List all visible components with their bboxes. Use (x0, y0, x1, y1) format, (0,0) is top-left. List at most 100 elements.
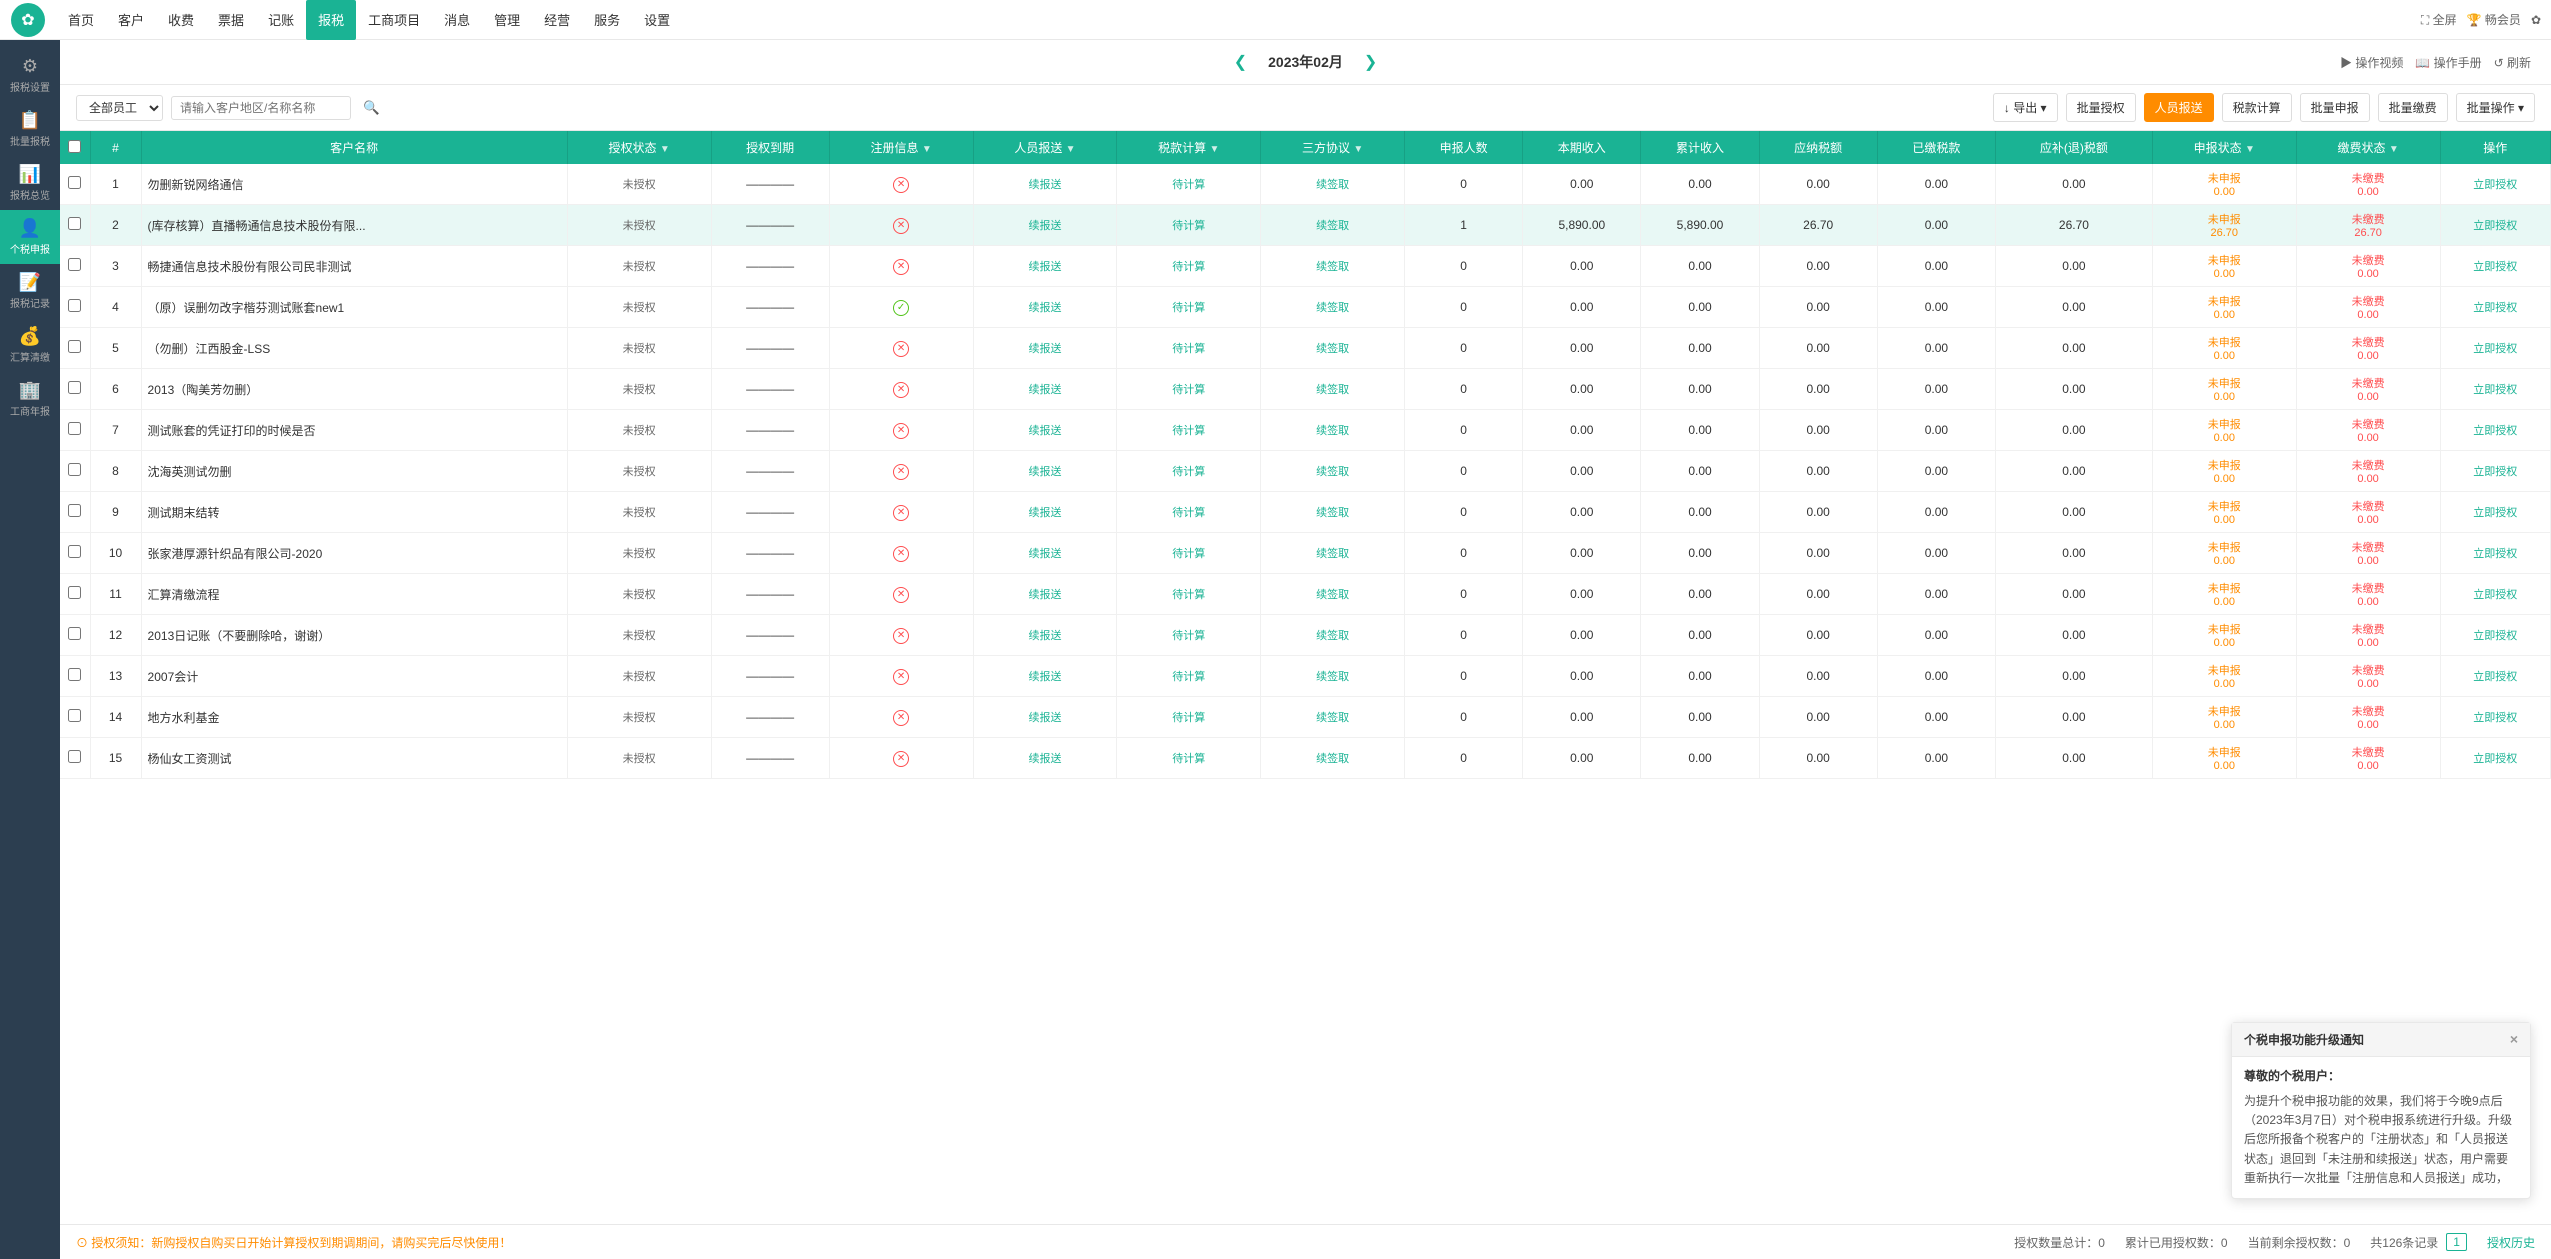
header-auth-status[interactable]: 授权状态 ▼ (567, 131, 711, 164)
row-checkbox-cell[interactable] (60, 164, 90, 205)
row-action[interactable]: 立即授权 (2440, 246, 2550, 287)
row-tax-calc[interactable]: 待计算 (1117, 656, 1261, 697)
row-tri-agreement[interactable]: 续签取 (1261, 410, 1405, 451)
row-checkbox-cell[interactable] (60, 697, 90, 738)
row-action[interactable]: 立即授权 (2440, 738, 2550, 779)
row-checkbox-cell[interactable] (60, 574, 90, 615)
row-action[interactable]: 立即授权 (2440, 205, 2550, 246)
header-tri-agreement[interactable]: 三方协议 ▼ (1261, 131, 1405, 164)
row-action[interactable]: 立即授权 (2440, 369, 2550, 410)
row-tax-calc[interactable]: 待计算 (1117, 574, 1261, 615)
header-tax-calc[interactable]: 税款计算 ▼ (1117, 131, 1261, 164)
row-action[interactable]: 立即授权 (2440, 164, 2550, 205)
sidebar-item-5[interactable]: 💰汇算清缴 (0, 318, 60, 372)
row-action[interactable]: 立即授权 (2440, 615, 2550, 656)
fullscreen-btn[interactable]: ⛶ 全屏 (2421, 11, 2457, 28)
row-person-report[interactable]: 续报送 (973, 328, 1117, 369)
nav-item-票据[interactable]: 票据 (206, 0, 256, 40)
employee-filter[interactable]: 全部员工 (76, 95, 163, 121)
row-tri-agreement[interactable]: 续签取 (1261, 574, 1405, 615)
operation-video-btn[interactable]: ▶ 操作视频 (2340, 54, 2403, 71)
notification-close-btn[interactable]: × (2510, 1031, 2518, 1047)
nav-item-收费[interactable]: 收费 (156, 0, 206, 40)
row-person-report[interactable]: 续报送 (973, 451, 1117, 492)
row-person-report[interactable]: 续报送 (973, 369, 1117, 410)
header-checkbox[interactable] (60, 131, 90, 164)
row-tri-agreement[interactable]: 续签取 (1261, 246, 1405, 287)
row-checkbox-cell[interactable] (60, 533, 90, 574)
nav-item-管理[interactable]: 管理 (482, 0, 532, 40)
row-checkbox-cell[interactable] (60, 451, 90, 492)
row-tax-calc[interactable]: 待计算 (1117, 492, 1261, 533)
batch-ops-btn[interactable]: 批量操作 ▾ (2456, 93, 2535, 122)
page-num[interactable]: 1 (2446, 1233, 2467, 1251)
row-tri-agreement[interactable]: 续签取 (1261, 287, 1405, 328)
search-input[interactable] (171, 96, 351, 120)
row-checkbox-cell[interactable] (60, 410, 90, 451)
row-action[interactable]: 立即授权 (2440, 492, 2550, 533)
nav-item-客户[interactable]: 客户 (106, 0, 156, 40)
row-person-report[interactable]: 续报送 (973, 164, 1117, 205)
row-person-report[interactable]: 续报送 (973, 697, 1117, 738)
auth-history-link[interactable]: 授权历史 (2487, 1234, 2535, 1251)
sidebar-item-2[interactable]: 📊报税总览 (0, 156, 60, 210)
nav-item-服务[interactable]: 服务 (582, 0, 632, 40)
prev-month-btn[interactable]: ❮ (1228, 50, 1253, 74)
row-tax-calc[interactable]: 待计算 (1117, 697, 1261, 738)
nav-item-经营[interactable]: 经营 (532, 0, 582, 40)
header-reg-info[interactable]: 注册信息 ▼ (829, 131, 973, 164)
sidebar-item-6[interactable]: 🏢工商年报 (0, 372, 60, 426)
row-checkbox-cell[interactable] (60, 369, 90, 410)
tax-calc-btn[interactable]: 税款计算 (2222, 93, 2292, 122)
row-action[interactable]: 立即授权 (2440, 287, 2550, 328)
row-checkbox-cell[interactable] (60, 287, 90, 328)
sidebar-item-0[interactable]: ⚙报税设置 (0, 48, 60, 102)
row-tax-calc[interactable]: 待计算 (1117, 246, 1261, 287)
row-tax-calc[interactable]: 待计算 (1117, 328, 1261, 369)
user-btn[interactable]: ✿ (2531, 13, 2541, 27)
row-checkbox-cell[interactable] (60, 492, 90, 533)
row-tri-agreement[interactable]: 续签取 (1261, 533, 1405, 574)
row-tri-agreement[interactable]: 续签取 (1261, 328, 1405, 369)
row-person-report[interactable]: 续报送 (973, 656, 1117, 697)
header-declare-status[interactable]: 申报状态 ▼ (2152, 131, 2296, 164)
row-person-report[interactable]: 续报送 (973, 574, 1117, 615)
refresh-btn[interactable]: ↺ 刷新 (2494, 54, 2531, 71)
row-action[interactable]: 立即授权 (2440, 410, 2550, 451)
header-person-report[interactable]: 人员报送 ▼ (973, 131, 1117, 164)
row-tri-agreement[interactable]: 续签取 (1261, 738, 1405, 779)
row-tri-agreement[interactable]: 续签取 (1261, 164, 1405, 205)
row-person-report[interactable]: 续报送 (973, 738, 1117, 779)
row-checkbox-cell[interactable] (60, 738, 90, 779)
nav-item-记账[interactable]: 记账 (256, 0, 306, 40)
row-checkbox-cell[interactable] (60, 656, 90, 697)
row-tax-calc[interactable]: 待计算 (1117, 164, 1261, 205)
row-person-report[interactable]: 续报送 (973, 287, 1117, 328)
header-pay-status[interactable]: 缴费状态 ▼ (2296, 131, 2440, 164)
row-checkbox-cell[interactable] (60, 205, 90, 246)
member-btn[interactable]: 🏆 畅会员 (2467, 11, 2521, 28)
row-person-report[interactable]: 续报送 (973, 615, 1117, 656)
nav-item-首页[interactable]: 首页 (56, 0, 106, 40)
row-person-report[interactable]: 续报送 (973, 492, 1117, 533)
row-action[interactable]: 立即授权 (2440, 574, 2550, 615)
search-button[interactable]: 🔍 (359, 96, 384, 120)
row-action[interactable]: 立即授权 (2440, 451, 2550, 492)
sidebar-item-1[interactable]: 📋批量报税 (0, 102, 60, 156)
export-btn[interactable]: ↓ 导出 ▾ (1993, 93, 2058, 122)
batch-auth-btn[interactable]: 批量授权 (2066, 93, 2136, 122)
row-tax-calc[interactable]: 待计算 (1117, 410, 1261, 451)
row-checkbox-cell[interactable] (60, 246, 90, 287)
row-checkbox-cell[interactable] (60, 615, 90, 656)
row-tax-calc[interactable]: 待计算 (1117, 205, 1261, 246)
row-tri-agreement[interactable]: 续签取 (1261, 369, 1405, 410)
row-tri-agreement[interactable]: 续签取 (1261, 492, 1405, 533)
operation-manual-btn[interactable]: 📖 操作手册 (2415, 54, 2481, 71)
row-tax-calc[interactable]: 待计算 (1117, 451, 1261, 492)
row-tax-calc[interactable]: 待计算 (1117, 287, 1261, 328)
nav-item-报税[interactable]: 报税 (306, 0, 356, 40)
row-person-report[interactable]: 续报送 (973, 246, 1117, 287)
nav-item-设置[interactable]: 设置 (632, 0, 682, 40)
row-tax-calc[interactable]: 待计算 (1117, 369, 1261, 410)
sidebar-item-4[interactable]: 📝报税记录 (0, 264, 60, 318)
